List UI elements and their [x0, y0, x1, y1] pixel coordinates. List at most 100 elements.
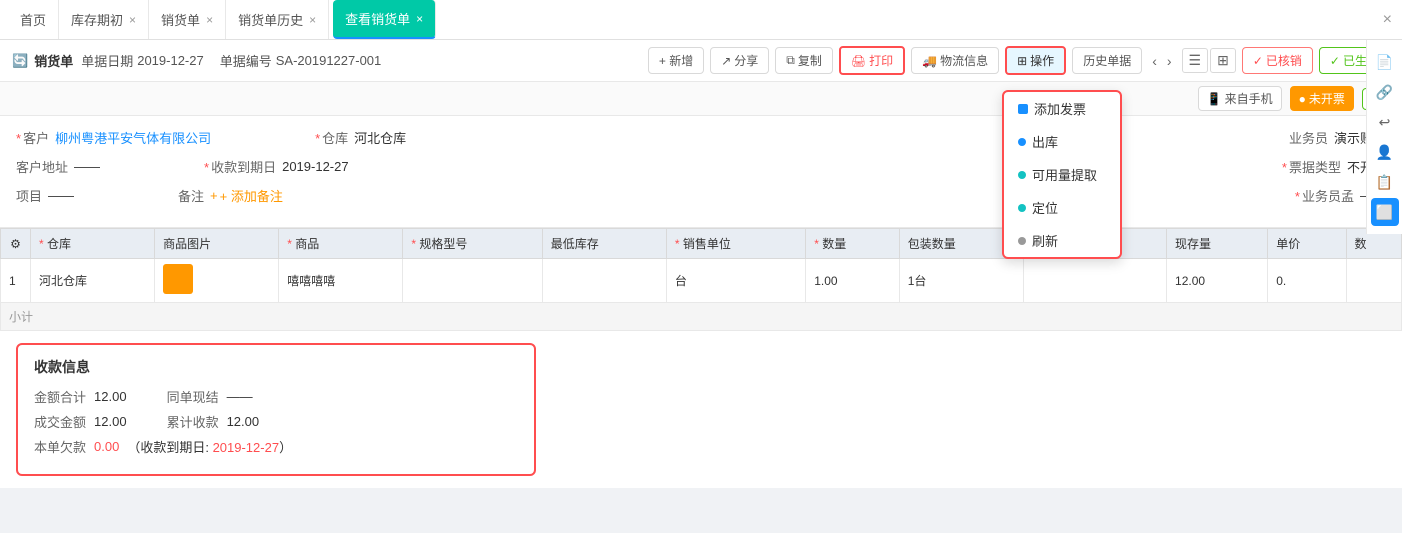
tab-view-sales[interactable]: 查看销货单 × — [333, 0, 436, 39]
tab-inventory[interactable]: 库存期初 × — [59, 0, 149, 39]
refresh-item[interactable]: 刷新 — [1004, 224, 1120, 257]
cumulative-field: 累计收款 12.00 — [167, 412, 260, 431]
logistics-icon: 🚚 — [922, 54, 937, 68]
payment-info-title: 收款信息 — [34, 357, 518, 377]
tab-history[interactable]: 销货单历史 × — [226, 0, 329, 39]
col-spec: * 规格型号 — [403, 229, 542, 259]
col-qty: * 数量 — [806, 229, 900, 259]
doc-no-value: SA-20191227-001 — [276, 53, 382, 68]
revoked-status-button[interactable]: ✓ 已核销 — [1242, 47, 1313, 74]
col-gear: ⚙ — [1, 229, 31, 259]
main-toolbar: 🔄 销货单 单据日期 2019-12-27 单据编号 SA-20191227-0… — [0, 40, 1402, 82]
locate-label: 定位 — [1032, 198, 1058, 217]
form-row-3: 项目 —— 备注 + + 添加备注 *业务员孟 —— — [16, 186, 1386, 205]
subtotal-row: 小计 — [1, 303, 1402, 331]
tab-sales[interactable]: 销货单 × — [149, 0, 226, 39]
col-product-img: 商品图片 — [155, 229, 279, 259]
row-qty: 1.00 — [806, 259, 900, 303]
due-date-value: 2019-12-27 — [282, 159, 349, 174]
history-records-button[interactable]: 历史单据 — [1072, 47, 1142, 74]
doc-date-value: 2019-12-27 — [137, 53, 204, 68]
share-icon: ↗ — [721, 54, 731, 68]
copy-icon: ⧉ — [786, 53, 795, 68]
revoked-check-icon: ✓ — [1253, 54, 1263, 68]
total-field: 金额合计 12.00 — [34, 387, 127, 406]
doc-type-label: 销货单 — [34, 51, 73, 70]
warehouse-value: 河北仓库 — [354, 128, 406, 147]
print-button[interactable]: 🖨 打印 — [839, 46, 905, 75]
operate-button[interactable]: ⊞ 操作 — [1005, 46, 1066, 75]
row-spec — [403, 259, 542, 303]
nav-arrows: ‹ › — [1148, 51, 1175, 71]
grid-view-button[interactable]: ⊞ — [1210, 48, 1236, 73]
project-field: 项目 —— — [16, 186, 74, 205]
refresh-icon — [1018, 237, 1026, 245]
col-product: * 商品 — [279, 229, 403, 259]
add-note-button[interactable]: + + 添加备注 — [210, 186, 283, 205]
payment-row-3: 本单欠款 0.00 （收款到期日: 2019-12-27） — [34, 437, 518, 456]
product-table: ⚙ * 仓库 商品图片 * 商品 * 规格型号 最低库存 * 销售单位 * 数量… — [0, 228, 1402, 331]
document-title: 🔄 销货单 — [12, 51, 73, 70]
tab-home[interactable]: 首页 — [8, 0, 59, 39]
view-toggle: ☰ ⊞ — [1182, 48, 1236, 73]
due-date-field: *收款到期日 2019-12-27 — [204, 157, 349, 176]
prev-button[interactable]: ‹ — [1148, 51, 1161, 71]
row-no: 1 — [1, 259, 31, 303]
new-button[interactable]: + 新增 — [648, 47, 704, 74]
row-product-img — [155, 259, 279, 303]
sidebar-notes-icon[interactable]: 📋 — [1371, 168, 1399, 196]
close-history-tab[interactable]: × — [309, 13, 316, 27]
right-sidebar: 📄 🔗 ↩ 👤 📋 ⬜ — [1366, 40, 1402, 234]
doc-no-group: 单据编号 SA-20191227-001 — [220, 51, 382, 70]
row-unit: 台 — [666, 259, 805, 303]
form-section: *客户 柳州粤港平安气体有限公司 *仓库 河北仓库 业务员 演示账号 客户地址 … — [0, 116, 1402, 228]
toolbar-actions: + 新增 ↗ 分享 ⧉ 复制 🖨 打印 🚚 物流信息 ⊞ 操作 历史单据 ‹ › — [648, 46, 1390, 75]
effective-check-icon: ✓ — [1330, 54, 1340, 68]
col-stock: 现存量 — [1167, 229, 1268, 259]
close-inventory-tab[interactable]: × — [129, 13, 136, 27]
total-value: 12.00 — [94, 389, 127, 404]
sidebar-user-icon[interactable]: 👤 — [1371, 138, 1399, 166]
close-sales-tab[interactable]: × — [206, 13, 213, 27]
invoice-icon: ● — [1299, 92, 1306, 106]
window-close-button[interactable]: × — [1383, 11, 1392, 29]
from-phone-button[interactable]: 📱 来自手机 — [1198, 86, 1282, 111]
list-view-button[interactable]: ☰ — [1182, 48, 1209, 73]
row-available — [1023, 259, 1166, 303]
doc-type-icon: 🔄 — [12, 53, 28, 69]
close-view-tab[interactable]: × — [416, 12, 423, 26]
warehouse-field: *仓库 河北仓库 — [315, 128, 406, 147]
sidebar-return-icon[interactable]: ↩ — [1371, 108, 1399, 136]
due-field: 本单欠款 0.00 （收款到期日: 2019-12-27） — [34, 437, 292, 456]
col-min-stock: 最低库存 — [542, 229, 666, 259]
not-open-button[interactable]: ● 未开票 — [1290, 86, 1354, 111]
address-field: 客户地址 —— — [16, 157, 100, 176]
payment-info-box: 收款信息 金额合计 12.00 同单现结 —— 成交金额 12.00 累计收款 … — [16, 343, 536, 476]
row-amount — [1346, 259, 1401, 303]
form-row-1: *客户 柳州粤港平安气体有限公司 *仓库 河北仓库 业务员 演示账号 — [16, 128, 1386, 147]
available-extract-item[interactable]: 可用量提取 — [1004, 158, 1120, 191]
locate-item[interactable]: 定位 — [1004, 191, 1120, 224]
operate-icon: ⊞ — [1017, 54, 1027, 68]
copy-button[interactable]: ⧉ 复制 — [775, 47, 833, 74]
next-button[interactable]: › — [1163, 51, 1176, 71]
outbound-icon — [1018, 138, 1026, 146]
due-value: 0.00 — [94, 439, 119, 454]
col-unit: * 销售单位 — [666, 229, 805, 259]
customer-value[interactable]: 柳州粤港平安气体有限公司 — [55, 128, 211, 147]
add-invoice-item[interactable]: 添加发票 — [1004, 92, 1120, 125]
share-button[interactable]: ↗ 分享 — [710, 47, 769, 74]
product-table-wrapper: ⚙ * 仓库 商品图片 * 商品 * 规格型号 最低库存 * 销售单位 * 数量… — [0, 228, 1402, 331]
extract-icon — [1018, 171, 1026, 179]
sidebar-expand-icon[interactable]: ⬜ — [1371, 198, 1399, 226]
doc-date-label: 单据日期 — [81, 51, 133, 70]
outbound-label: 出库 — [1032, 132, 1058, 151]
logistics-button[interactable]: 🚚 物流信息 — [911, 47, 999, 74]
sidebar-doc-icon[interactable]: 📄 — [1371, 48, 1399, 76]
secondary-toolbar: 📱 来自手机 ● 未开票 ✓ — [0, 82, 1402, 116]
form-row-2: 客户地址 —— *收款到期日 2019-12-27 *票据类型 不开票 — [16, 157, 1386, 176]
locate-icon — [1018, 204, 1026, 212]
outbound-item[interactable]: 出库 — [1004, 125, 1120, 158]
due-date: 2019-12-27 — [213, 440, 280, 455]
sidebar-link-icon[interactable]: 🔗 — [1371, 78, 1399, 106]
